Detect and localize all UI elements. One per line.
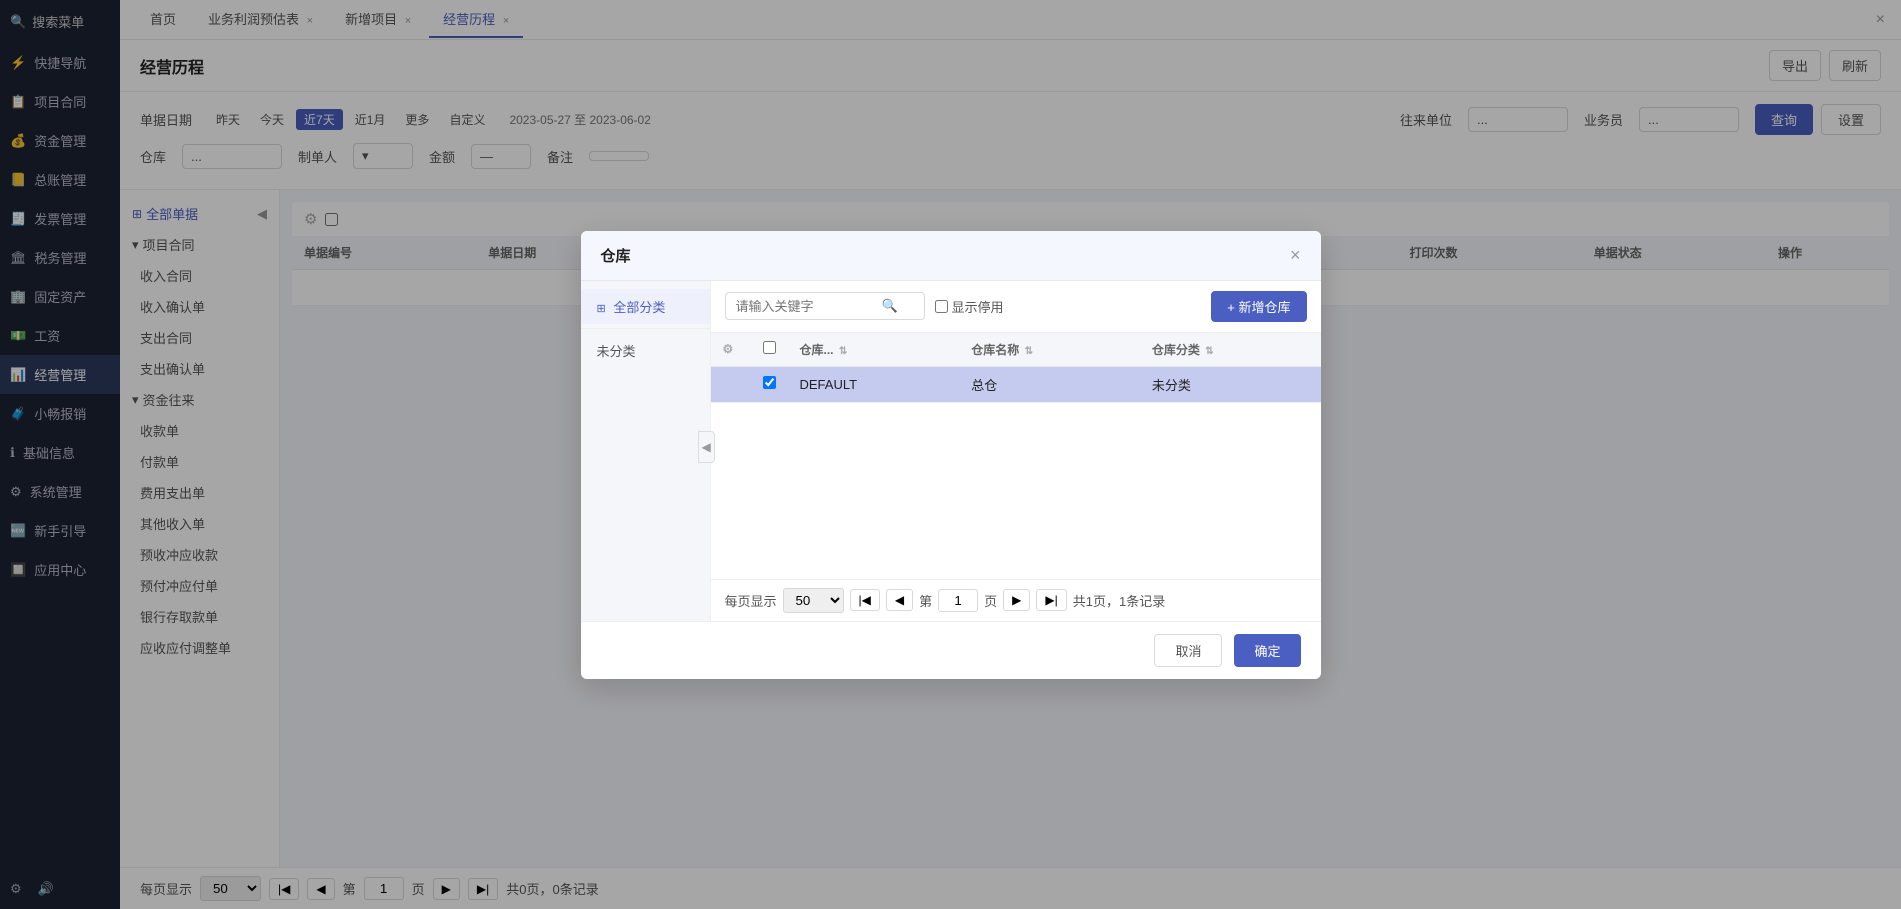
show-disabled-label: 显示停用 [952, 297, 1004, 316]
col-settings: ⚙ [711, 333, 751, 367]
modal-overlay: 仓库 × ⊞ 全部分类 ◀ 未分类 [0, 0, 1901, 909]
modal-left-collapse-btn[interactable]: ◀ [698, 431, 715, 463]
modal-header: 仓库 × [581, 231, 1321, 281]
modal-first-page[interactable]: |◀ [850, 589, 880, 611]
modal-table-row[interactable]: DEFAULT 总仓 未分类 [711, 366, 1321, 402]
modal-footer: 取消 确定 [581, 621, 1321, 679]
modal-table: ⚙ 仓库... ⇅ 仓库名称 [711, 333, 1321, 403]
modal-search-box[interactable]: 🔍 [725, 292, 925, 320]
modal-left-all[interactable]: ⊞ 全部分类 [581, 289, 710, 324]
show-disabled-checkbox-label[interactable]: 显示停用 [935, 297, 1004, 316]
search-icon[interactable]: 🔍 [882, 298, 898, 314]
modal-left-panel: ⊞ 全部分类 ◀ 未分类 [581, 281, 711, 621]
modal-toolbar: 🔍 显示停用 + 新增仓库 [711, 281, 1321, 333]
modal-table-wrapper: ⚙ 仓库... ⇅ 仓库名称 [711, 333, 1321, 579]
row-category: 未分类 [1140, 366, 1321, 402]
sort-icon: ⇅ [839, 346, 847, 357]
row-code: DEFAULT [788, 366, 960, 402]
modal-last-page[interactable]: ▶| [1036, 589, 1066, 611]
confirm-button[interactable]: 确定 [1234, 634, 1300, 667]
divider [581, 328, 710, 329]
per-page-label: 每页显示 [725, 591, 777, 610]
col-warehouse-code: 仓库... ⇅ [788, 333, 960, 367]
cancel-button[interactable]: 取消 [1154, 634, 1222, 667]
col-warehouse-name: 仓库名称 ⇅ [959, 333, 1140, 367]
modal-per-page-select[interactable]: 50 10 20 100 [783, 588, 844, 613]
show-disabled-checkbox[interactable] [935, 300, 948, 313]
modal-search-input[interactable] [736, 299, 876, 314]
row-settings [711, 366, 751, 402]
grid-icon-small: ⊞ [597, 303, 606, 315]
modal-close-button[interactable]: × [1290, 245, 1301, 266]
col-checkbox [751, 333, 788, 367]
col-warehouse-category: 仓库分类 ⇅ [1140, 333, 1321, 367]
sort-icon: ⇅ [1205, 346, 1213, 357]
modal-left-unclassified[interactable]: 未分类 [581, 333, 710, 368]
row-name: 总仓 [959, 366, 1140, 402]
sort-icon: ⇅ [1025, 346, 1033, 357]
modal-title: 仓库 [601, 245, 631, 266]
modal-next-page[interactable]: ▶ [1003, 589, 1030, 611]
modal-page-input[interactable] [938, 589, 978, 612]
modal-right-panel: 🔍 显示停用 + 新增仓库 ⚙ [711, 281, 1321, 621]
modal-total-label: 共1页，1条记录 [1073, 591, 1165, 610]
page-prefix: 第 [919, 591, 932, 610]
modal-pagination: 每页显示 50 10 20 100 |◀ ◀ 第 页 ▶ ▶| 共1页，1条记录 [711, 579, 1321, 621]
warehouse-modal: 仓库 × ⊞ 全部分类 ◀ 未分类 [581, 231, 1321, 679]
add-warehouse-button[interactable]: + 新增仓库 [1211, 291, 1306, 322]
row-select-checkbox[interactable] [763, 376, 776, 389]
row-checkbox[interactable] [751, 366, 788, 402]
table-select-all[interactable] [763, 341, 776, 354]
gear-icon[interactable]: ⚙ [723, 342, 734, 356]
modal-body: ⊞ 全部分类 ◀ 未分类 🔍 [581, 281, 1321, 621]
modal-prev-page[interactable]: ◀ [886, 589, 913, 611]
page-suffix: 页 [984, 591, 997, 610]
